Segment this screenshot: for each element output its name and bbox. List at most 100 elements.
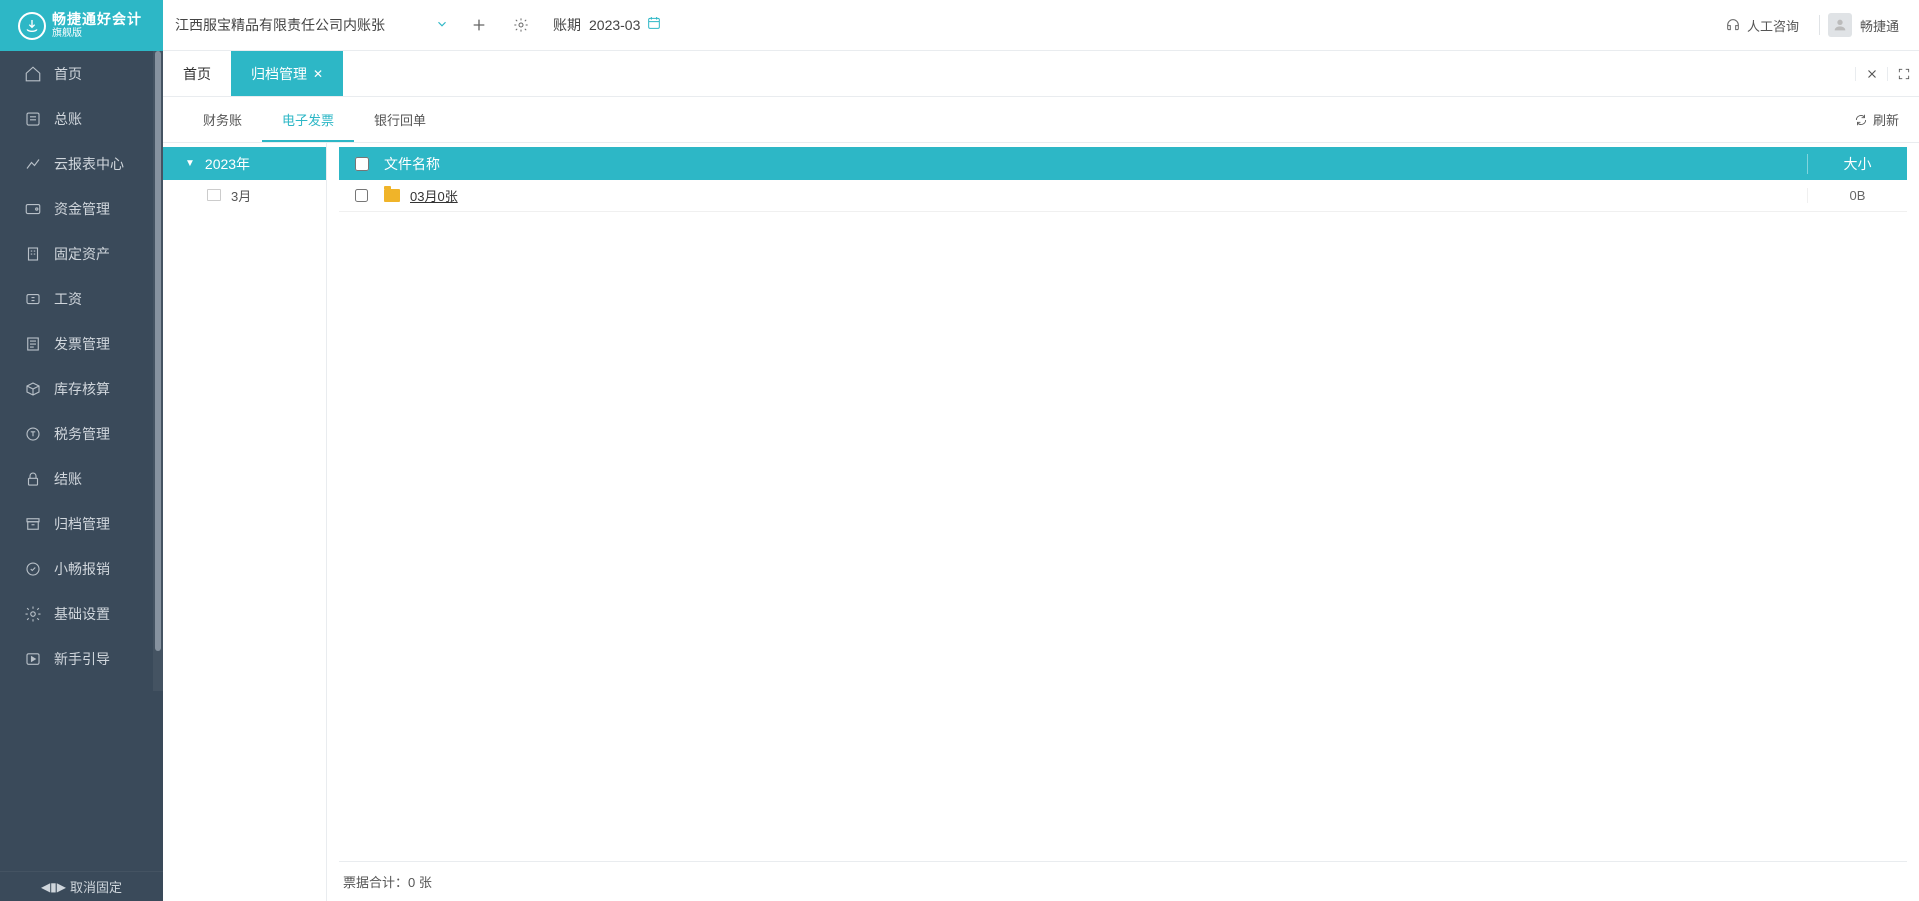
subtab-label: 银行回单	[374, 110, 426, 129]
subtab-finance[interactable]: 财务账	[183, 97, 262, 142]
subtab-label: 财务账	[203, 110, 242, 129]
tab-archive[interactable]: 归档管理 ✕	[231, 51, 343, 96]
table-header: 文件名称 大小	[339, 147, 1907, 180]
gear-icon	[24, 605, 42, 623]
tab-label: 归档管理	[251, 64, 307, 84]
subtab-bank[interactable]: 银行回单	[354, 97, 446, 142]
tree-panel: ▼ 2023年 3月	[163, 143, 327, 901]
refresh-icon	[1854, 113, 1868, 127]
support-label: 人工咨询	[1747, 16, 1799, 35]
sidebar-item-label: 新手引导	[54, 649, 110, 669]
play-icon	[24, 650, 42, 668]
company-selector[interactable]: 江西服宝精品有限责任公司内账张	[175, 15, 449, 35]
user-menu[interactable]: 畅捷通	[1828, 13, 1899, 37]
tabs-row: 首页 归档管理 ✕	[163, 51, 1919, 97]
lock-icon	[24, 470, 42, 488]
chart-icon	[24, 155, 42, 173]
tree-year-label: 2023年	[205, 154, 250, 174]
sidebar-item-invoice[interactable]: 发票管理	[0, 321, 163, 366]
divider	[1819, 15, 1820, 35]
sidebar-item-salary[interactable]: 工资	[0, 276, 163, 321]
summary-value: 0 张	[408, 872, 432, 891]
sidebar-item-xiaochang[interactable]: 小畅报销	[0, 546, 163, 591]
archive-icon	[24, 515, 42, 533]
ledger-icon	[24, 110, 42, 128]
table-panel: 文件名称 大小 03月0张 0B 票据合计： 0 张	[327, 143, 1919, 901]
scrollbar-thumb[interactable]	[155, 51, 161, 651]
file-name-link[interactable]: 03月0张	[410, 186, 458, 205]
sidebar-item-funds[interactable]: 资金管理	[0, 186, 163, 231]
reimburse-icon	[24, 560, 42, 578]
sidebar-item-label: 税务管理	[54, 424, 110, 444]
tab-home[interactable]: 首页	[163, 51, 231, 96]
content: ▼ 2023年 3月 文件名称 大小 03月0张 0B 票据合计：	[163, 143, 1919, 901]
tree-month-node[interactable]: 3月	[163, 180, 326, 210]
tree-year-node[interactable]: ▼ 2023年	[163, 147, 326, 180]
sidebar-item-label: 固定资产	[54, 244, 110, 264]
sidebar-item-cloud-report[interactable]: 云报表中心	[0, 141, 163, 186]
refresh-label: 刷新	[1873, 110, 1899, 129]
select-all-checkbox[interactable]	[355, 157, 369, 171]
row-checkbox-cell	[339, 189, 384, 202]
header-size: 大小	[1807, 154, 1907, 174]
headset-icon	[1725, 17, 1741, 33]
sidebar-item-label: 小畅报销	[54, 559, 110, 579]
sidebar-item-label: 工资	[54, 289, 82, 309]
file-size: 0B	[1807, 188, 1907, 203]
sidebar: 畅捷通好会计 旗舰版 首页 总账 云报表中心 资金管理 固定资产 工资	[0, 0, 163, 901]
pin-icon: ◀▮▶	[41, 880, 66, 894]
sidebar-items: 首页 总账 云报表中心 资金管理 固定资产 工资 发票管理 库存核算	[0, 51, 163, 871]
add-button[interactable]	[467, 13, 491, 37]
sidebar-item-label: 归档管理	[54, 514, 110, 534]
close-all-button[interactable]	[1855, 67, 1887, 81]
invoice-icon	[24, 335, 42, 353]
home-icon	[24, 65, 42, 83]
fullscreen-button[interactable]	[1887, 67, 1919, 81]
calendar-icon[interactable]	[646, 15, 662, 36]
salary-icon	[24, 290, 42, 308]
caret-down-icon: ▼	[185, 158, 195, 169]
sidebar-pin-label: 取消固定	[70, 877, 122, 896]
company-name: 江西服宝精品有限责任公司内账张	[175, 15, 385, 35]
sidebar-item-tax[interactable]: 税务管理	[0, 411, 163, 456]
sidebar-item-guide[interactable]: 新手引导	[0, 636, 163, 681]
brand-name: 畅捷通好会计	[52, 12, 142, 27]
sidebar-item-fixed-assets[interactable]: 固定资产	[0, 231, 163, 276]
sidebar-item-label: 资金管理	[54, 199, 110, 219]
close-icon[interactable]: ✕	[313, 67, 323, 81]
subtab-label: 电子发票	[282, 110, 334, 129]
refresh-button[interactable]: 刷新	[1854, 110, 1899, 129]
sidebar-item-settings[interactable]: 基础设置	[0, 591, 163, 636]
sidebar-item-label: 库存核算	[54, 379, 110, 399]
period-label: 账期	[553, 15, 581, 35]
settings-button[interactable]	[509, 13, 533, 37]
row-checkbox[interactable]	[355, 189, 368, 202]
username: 畅捷通	[1860, 16, 1899, 35]
brand-icon	[18, 12, 46, 40]
wallet-icon	[24, 200, 42, 218]
sidebar-item-close-period[interactable]: 结账	[0, 456, 163, 501]
brand-edition: 旗舰版	[52, 28, 142, 39]
support-button[interactable]: 人工咨询	[1725, 16, 1799, 35]
brand-logo: 畅捷通好会计 旗舰版	[0, 0, 163, 51]
box-icon	[24, 380, 42, 398]
period-value: 2023-03	[589, 17, 640, 33]
summary-label: 票据合计：	[343, 872, 408, 891]
sidebar-item-label: 结账	[54, 469, 82, 489]
subtabs-row: 财务账 电子发票 银行回单 刷新	[163, 97, 1919, 143]
subtab-einvoice[interactable]: 电子发票	[262, 97, 354, 142]
sidebar-pin-toggle[interactable]: ◀▮▶ 取消固定	[0, 871, 163, 901]
sidebar-scrollbar[interactable]	[153, 51, 163, 691]
tax-icon	[24, 425, 42, 443]
sidebar-item-label: 云报表中心	[54, 154, 124, 174]
avatar	[1828, 13, 1852, 37]
sidebar-item-archive[interactable]: 归档管理	[0, 501, 163, 546]
table-row: 03月0张 0B	[339, 180, 1907, 212]
chevron-down-icon	[435, 17, 449, 34]
tab-label: 首页	[183, 64, 211, 84]
sidebar-item-general-ledger[interactable]: 总账	[0, 96, 163, 141]
sidebar-item-inventory[interactable]: 库存核算	[0, 366, 163, 411]
folder-icon	[384, 189, 400, 202]
sidebar-item-home[interactable]: 首页	[0, 51, 163, 96]
sidebar-item-label: 总账	[54, 109, 82, 129]
